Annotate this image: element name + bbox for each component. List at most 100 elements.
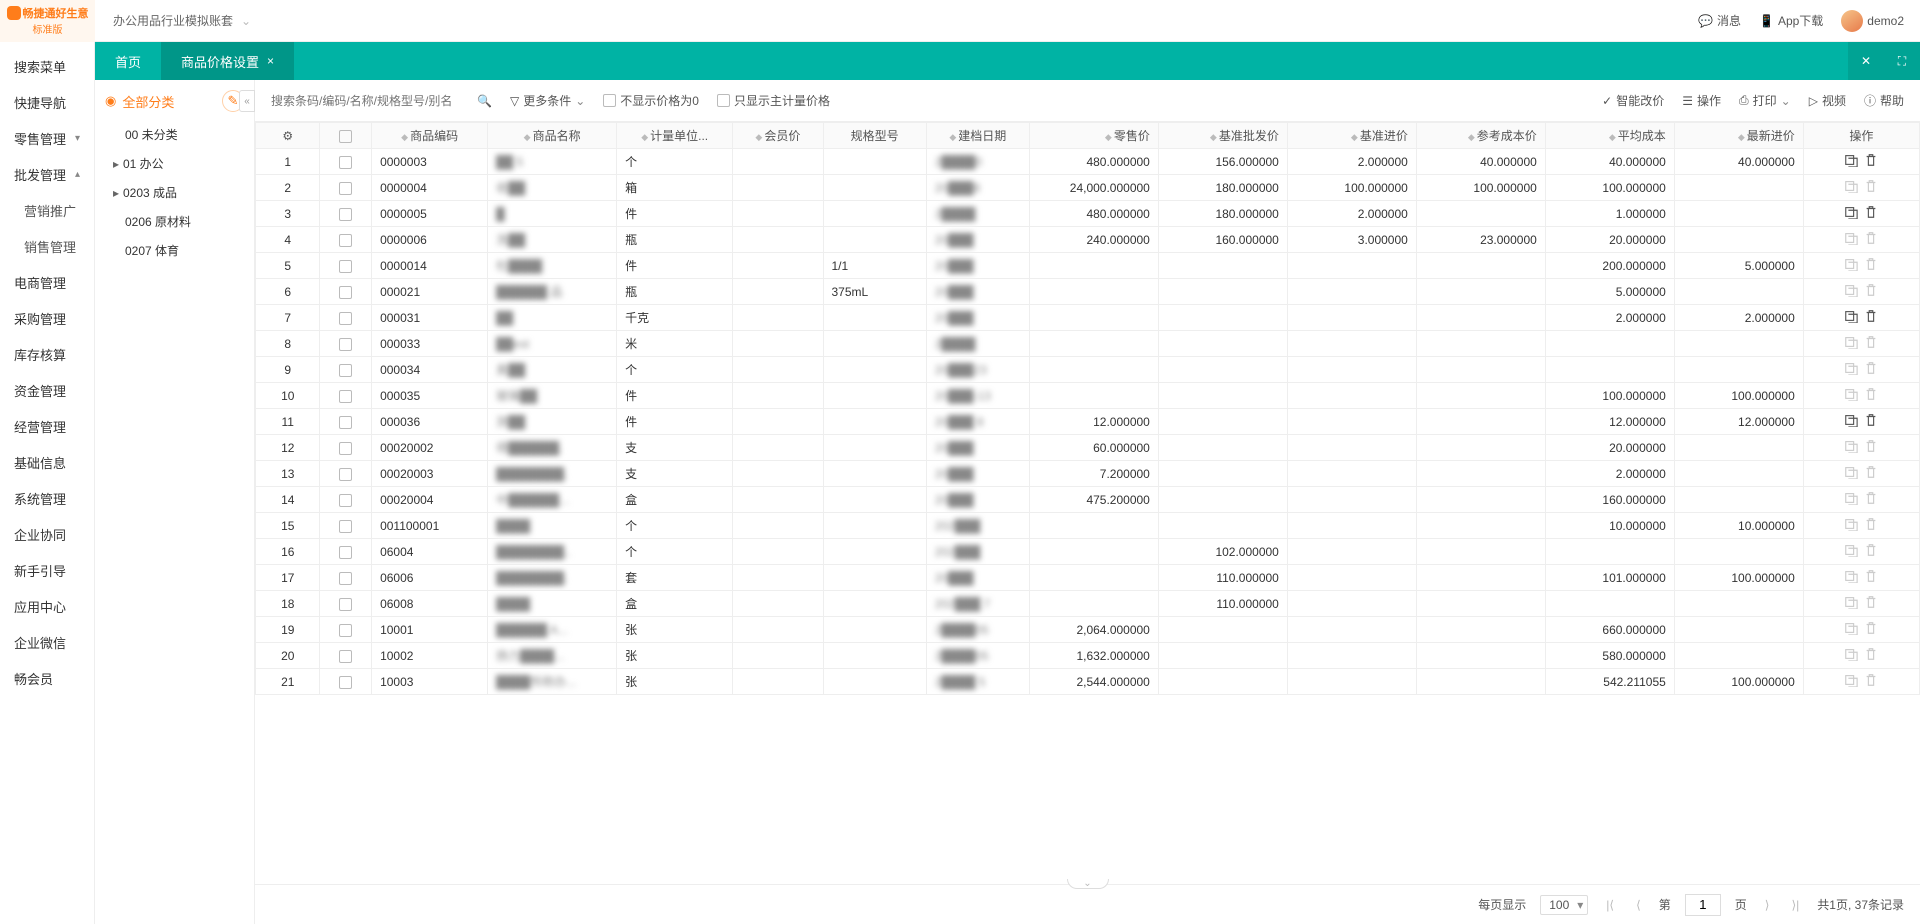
table-row[interactable]: 1300020003████████.支20███7.2000002.00000…	[256, 461, 1920, 487]
row-checkbox[interactable]	[339, 234, 352, 247]
copy-icon[interactable]	[1844, 647, 1858, 664]
delete-icon[interactable]	[1864, 153, 1878, 170]
table-row[interactable]: 10000035玻璃██件20███-13100.000000100.00000…	[256, 383, 1920, 409]
logo[interactable]: 畅捷通好生意 标准版	[0, 0, 95, 42]
search-icon[interactable]: 🔍	[477, 94, 492, 108]
delete-icon[interactable]	[1864, 387, 1878, 404]
table-row[interactable]: 15001100001████个202███10.00000010.000000	[256, 513, 1920, 539]
table-row[interactable]: 30000005█件2████480.000000180.0000002.000…	[256, 201, 1920, 227]
copy-icon[interactable]	[1844, 517, 1858, 534]
category-item[interactable]: 0206 原材料	[105, 207, 244, 236]
row-checkbox[interactable]	[339, 286, 352, 299]
col-member[interactable]: ◆会员价	[733, 123, 823, 149]
row-checkbox[interactable]	[339, 312, 352, 325]
app-download-button[interactable]: 📱App下载	[1759, 12, 1823, 29]
sidebar-item[interactable]: 新手引导	[0, 552, 94, 588]
row-checkbox[interactable]	[339, 156, 352, 169]
fullscreen-button[interactable]: ⛶	[1884, 42, 1920, 80]
video-button[interactable]: ▷视频	[1809, 92, 1846, 109]
row-checkbox[interactable]	[339, 598, 352, 611]
sidebar-item[interactable]: 应用中心	[0, 588, 94, 624]
col-name[interactable]: ◆商品名称	[488, 123, 617, 149]
messages-button[interactable]: 💬消息	[1698, 12, 1741, 29]
copy-icon[interactable]	[1844, 413, 1858, 430]
col-spec[interactable]: 规格型号	[823, 123, 926, 149]
tab-price-settings[interactable]: 商品价格设置 ×	[161, 42, 294, 80]
copy-icon[interactable]	[1844, 491, 1858, 508]
table-row[interactable]: 6000021██████ 品瓶375mL20███5.000000	[256, 279, 1920, 305]
sidebar-subitem[interactable]: 营销推广	[0, 192, 94, 228]
delete-icon[interactable]	[1864, 283, 1878, 300]
table-row[interactable]: 10000003██ 5个2████0480.000000156.0000002…	[256, 149, 1920, 175]
sidebar-item[interactable]: 库存核算	[0, 336, 94, 372]
table-row[interactable]: 50000014杜████件1/120███200.0000005.000000	[256, 253, 1920, 279]
delete-icon[interactable]	[1864, 569, 1878, 586]
table-row[interactable]: 2010002扬力████...张2████051,632.000000580.…	[256, 643, 1920, 669]
table-row[interactable]: 11000036测██件20███ 812.00000012.00000012.…	[256, 409, 1920, 435]
close-icon[interactable]: ×	[267, 54, 274, 68]
table-row[interactable]: 40000006洗██瓶20███240.000000160.0000003.0…	[256, 227, 1920, 253]
col-purchase[interactable]: ◆基准进价	[1287, 123, 1416, 149]
delete-icon[interactable]	[1864, 465, 1878, 482]
row-checkbox[interactable]	[339, 624, 352, 637]
row-checkbox[interactable]	[339, 468, 352, 481]
row-checkbox[interactable]	[339, 572, 352, 585]
copy-icon[interactable]	[1844, 569, 1858, 586]
delete-icon[interactable]	[1864, 361, 1878, 378]
category-all[interactable]: 全部分类	[122, 92, 174, 111]
row-checkbox[interactable]	[339, 364, 352, 377]
delete-icon[interactable]	[1864, 335, 1878, 352]
col-refcost[interactable]: ◆参考成本价	[1416, 123, 1545, 149]
sidebar-item[interactable]: 搜索菜单	[0, 48, 94, 84]
delete-icon[interactable]	[1864, 543, 1878, 560]
col-avgcost[interactable]: ◆平均成本	[1545, 123, 1674, 149]
row-checkbox[interactable]	[339, 442, 352, 455]
collapse-panel-button[interactable]: «	[239, 90, 255, 112]
copy-icon[interactable]	[1844, 205, 1858, 222]
row-checkbox[interactable]	[339, 546, 352, 559]
copy-icon[interactable]	[1844, 621, 1858, 638]
category-item[interactable]: ▸0203 成品	[105, 178, 244, 207]
row-checkbox[interactable]	[339, 650, 352, 663]
sidebar-item[interactable]: 快捷导航	[0, 84, 94, 120]
copy-icon[interactable]	[1844, 153, 1858, 170]
table-row[interactable]: 1200020002得██████.支20███60.00000020.0000…	[256, 435, 1920, 461]
table-row[interactable]: 7000031██千克20███2.0000002.000000	[256, 305, 1920, 331]
sidebar-item[interactable]: 电商管理	[0, 264, 94, 300]
col-date[interactable]: ◆建档日期	[926, 123, 1029, 149]
drag-handle[interactable]: ⌄	[1067, 879, 1109, 889]
copy-icon[interactable]	[1844, 283, 1858, 300]
col-unit[interactable]: ◆计量单位...	[617, 123, 733, 149]
sidebar-subitem[interactable]: 销售管理	[0, 228, 94, 264]
settings-column[interactable]: ⚙	[256, 123, 320, 149]
row-checkbox[interactable]	[339, 676, 352, 689]
row-checkbox[interactable]	[339, 390, 352, 403]
col-op[interactable]: 操作	[1803, 123, 1919, 149]
search-box[interactable]: 🔍	[271, 94, 492, 108]
account-title[interactable]: 办公用品行业模拟账套 ⌄	[95, 12, 269, 29]
delete-icon[interactable]	[1864, 179, 1878, 196]
category-item[interactable]: 0207 体育	[105, 236, 244, 265]
copy-icon[interactable]	[1844, 543, 1858, 560]
table-row[interactable]: 8000033██est米2████	[256, 331, 1920, 357]
checkbox-column[interactable]	[320, 123, 372, 149]
category-item[interactable]: 00 未分类	[105, 120, 244, 149]
last-page-button[interactable]: ⟩|	[1787, 898, 1803, 912]
copy-icon[interactable]	[1844, 257, 1858, 274]
copy-icon[interactable]	[1844, 179, 1858, 196]
delete-icon[interactable]	[1864, 517, 1878, 534]
more-filters-button[interactable]: ▽更多条件⌄	[510, 92, 585, 109]
delete-icon[interactable]	[1864, 231, 1878, 248]
copy-icon[interactable]	[1844, 231, 1858, 248]
page-input[interactable]	[1685, 894, 1721, 916]
copy-icon[interactable]	[1844, 309, 1858, 326]
sidebar-item[interactable]: 零售管理▾	[0, 120, 94, 156]
user-menu[interactable]: demo2	[1841, 10, 1904, 32]
table-row[interactable]: 9000034奥██个20███23	[256, 357, 1920, 383]
table-row[interactable]: 1400020004中██████...盒20███475.200000160.…	[256, 487, 1920, 513]
col-wholesale[interactable]: ◆基准批发价	[1158, 123, 1287, 149]
sidebar-item[interactable]: 资金管理	[0, 372, 94, 408]
sidebar-item[interactable]: 畅会员	[0, 660, 94, 696]
sidebar-item[interactable]: 批发管理▴	[0, 156, 94, 192]
operate-button[interactable]: ☰操作	[1682, 92, 1721, 109]
